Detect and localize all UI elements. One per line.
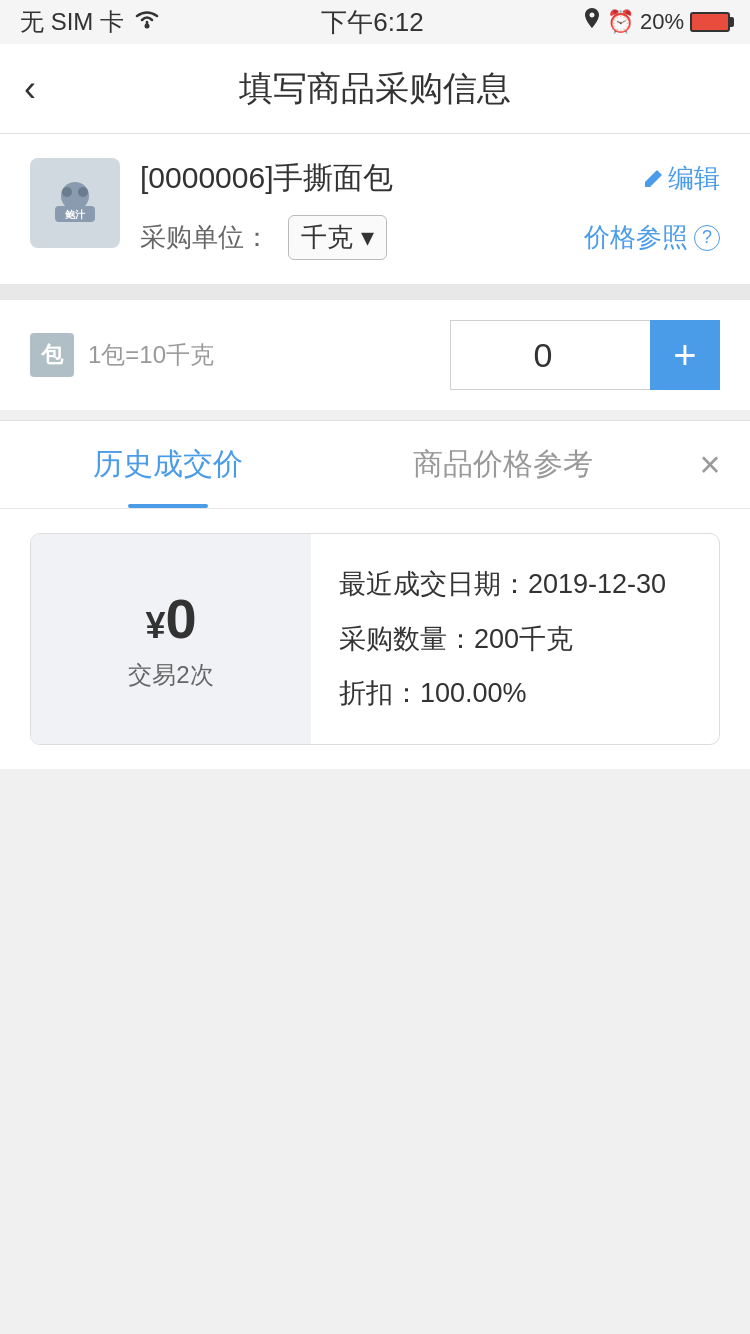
unit-label-group: 采购单位： 千克 ▾ (140, 215, 387, 260)
tab-history-price[interactable]: 历史成交价 (0, 421, 335, 508)
page-title: 填写商品采购信息 (239, 66, 511, 112)
svg-point-0 (145, 24, 150, 29)
price-card: ¥0 交易2次 最近成交日期：2019-12-30 采购数量：200千克 折扣：… (30, 533, 720, 745)
qty-value: 200千克 (474, 624, 573, 654)
product-unit-row: 采购单位： 千克 ▾ 价格参照 ? (140, 215, 720, 260)
product-info: [0000006]手撕面包 编辑 采购单位： 千克 ▾ 价格参照 ? (140, 158, 720, 260)
edit-button[interactable]: 编辑 (642, 161, 720, 196)
price-ref-label: 价格参照 (584, 220, 688, 255)
price-ref-button[interactable]: 价格参照 ? (584, 220, 720, 255)
price-value: 0 (165, 587, 196, 650)
status-left: 无 SIM 卡 (20, 6, 162, 38)
tab-bar: 历史成交价 商品价格参考 × (0, 421, 750, 509)
svg-point-2 (62, 187, 72, 197)
unit-conversion: 1包=10千克 (88, 339, 214, 371)
info-icon: ? (694, 225, 720, 251)
price-left: ¥0 交易2次 (31, 534, 311, 744)
date-label: 最近成交日期： (339, 569, 528, 599)
unit-value: 千克 (301, 220, 353, 255)
battery-icon (690, 12, 730, 32)
price-amount: ¥0 (145, 586, 196, 651)
price-right: 最近成交日期：2019-12-30 采购数量：200千克 折扣：100.00% (311, 534, 719, 744)
status-right: ⏰ 20% (583, 8, 730, 36)
tab-product-price[interactable]: 商品价格参考 (335, 421, 670, 508)
dropdown-icon: ▾ (361, 222, 374, 253)
tab-product-label: 商品价格参考 (413, 444, 593, 485)
product-name-row: [0000006]手撕面包 编辑 (140, 158, 720, 199)
discount-value: 100.00% (420, 678, 527, 708)
history-content: ¥0 交易2次 最近成交日期：2019-12-30 采购数量：200千克 折扣：… (0, 509, 750, 769)
status-time: 下午6:12 (321, 5, 424, 40)
tab-history-label: 历史成交价 (93, 444, 243, 485)
unit-select[interactable]: 千克 ▾ (288, 215, 387, 260)
section-divider (0, 284, 750, 300)
product-name: [0000006]手撕面包 (140, 158, 393, 199)
transaction-count: 交易2次 (128, 659, 213, 691)
detail-row-date: 最近成交日期：2019-12-30 (339, 564, 691, 605)
status-bar: 无 SIM 卡 下午6:12 ⏰ 20% (0, 0, 750, 44)
svg-point-3 (78, 187, 88, 197)
wifi-icon (132, 8, 162, 36)
quantity-row: 包 1包=10千克 + (0, 300, 750, 410)
unit-label: 采购单位： (140, 222, 270, 252)
quantity-plus-button[interactable]: + (650, 320, 720, 390)
content-background (0, 769, 750, 1335)
carrier-text: 无 SIM 卡 (20, 6, 124, 38)
currency-symbol: ¥ (145, 605, 165, 646)
product-thumbnail: 鲍汁 (30, 158, 120, 248)
product-header: 鲍汁 [0000006]手撕面包 编辑 采购单位： 千克 ▾ (30, 158, 720, 260)
date-value: 2019-12-30 (528, 569, 666, 599)
tab-close-button[interactable]: × (670, 444, 750, 486)
back-button[interactable]: ‹ (24, 68, 36, 110)
battery-percent: 20% (640, 9, 684, 35)
quantity-input-wrap: + (450, 320, 720, 390)
qty-label: 采购数量： (339, 624, 474, 654)
detail-row-discount: 折扣：100.00% (339, 673, 691, 714)
product-card: 鲍汁 [0000006]手撕面包 编辑 采购单位： 千克 ▾ (0, 134, 750, 284)
tab-active-indicator (128, 504, 208, 508)
discount-label: 折扣： (339, 678, 420, 708)
alarm-icon: ⏰ (607, 9, 634, 35)
svg-text:鲍汁: 鲍汁 (64, 209, 86, 220)
detail-row-qty: 采购数量：200千克 (339, 619, 691, 660)
location-icon (583, 8, 601, 36)
unit-icon: 包 (30, 333, 74, 377)
bottom-panel: 历史成交价 商品价格参考 × ¥0 交易2次 最近成交日期：2019-12-30… (0, 420, 750, 769)
unit-info: 包 1包=10千克 (30, 333, 450, 377)
nav-bar: ‹ 填写商品采购信息 (0, 44, 750, 134)
quantity-input[interactable] (450, 320, 650, 390)
